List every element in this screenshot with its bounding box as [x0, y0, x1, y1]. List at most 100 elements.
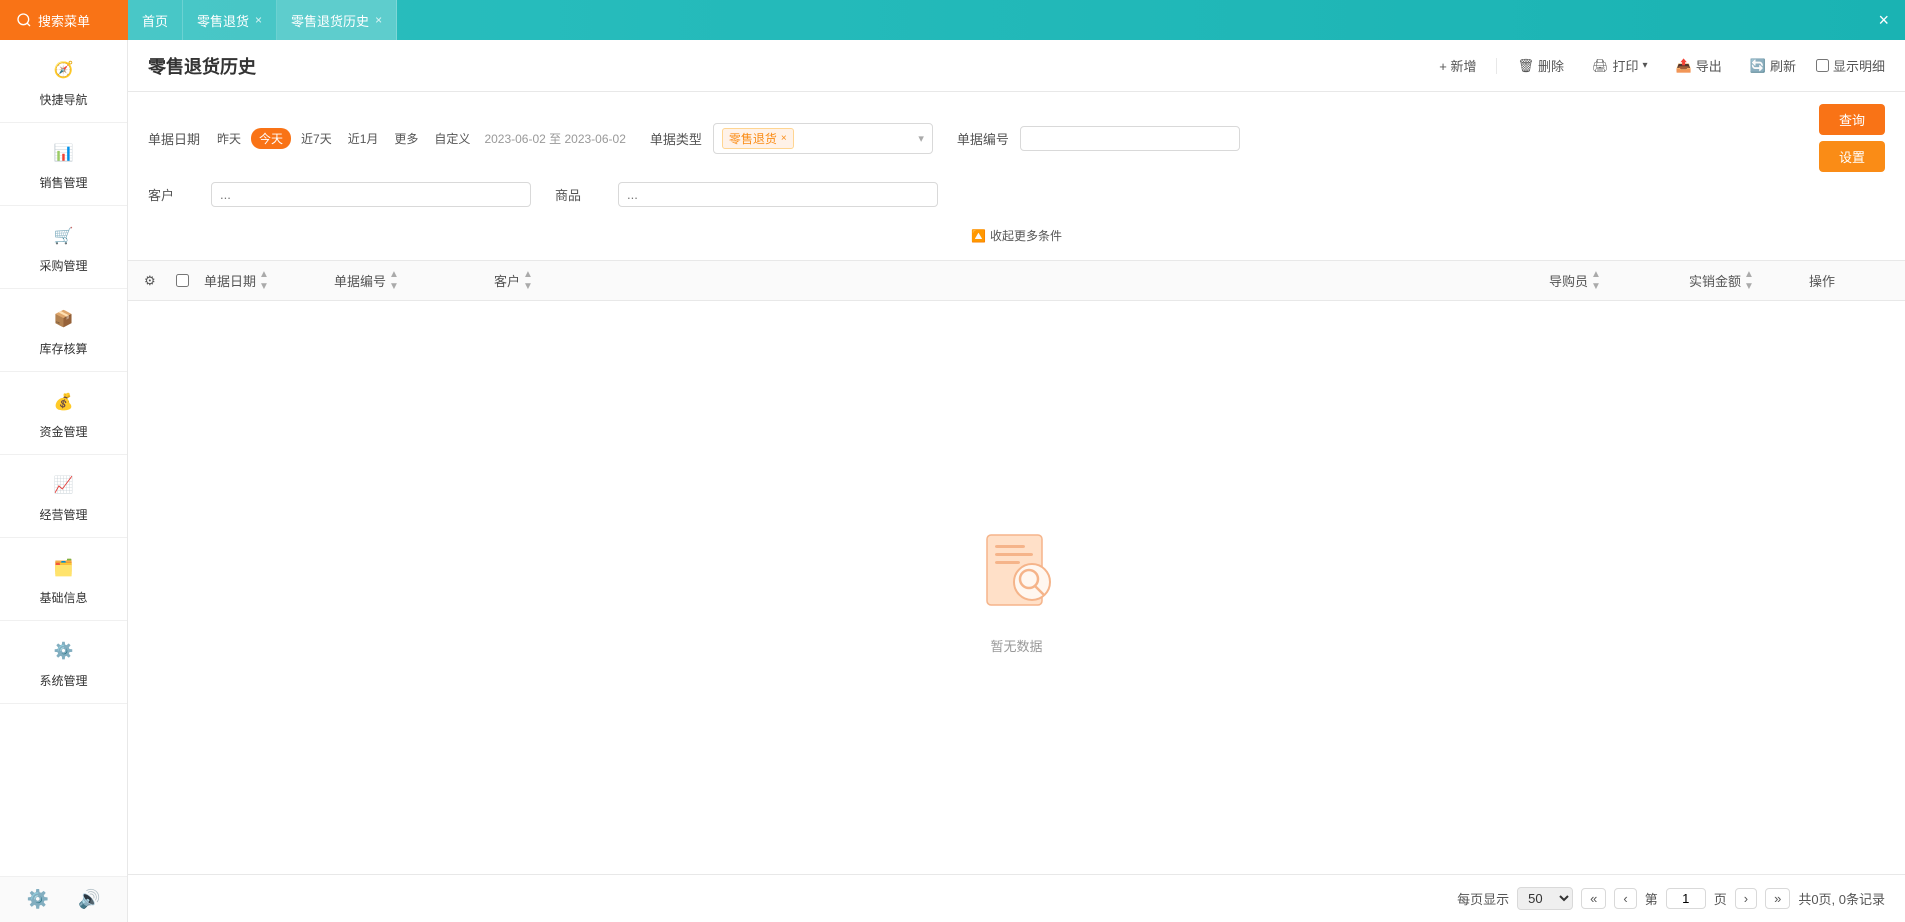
- goods-label: 商品: [555, 185, 610, 204]
- last-page-btn[interactable]: »: [1765, 888, 1790, 909]
- sidebar-label-finance: 资金管理: [39, 423, 87, 440]
- sidebar-item-basic-info[interactable]: 🗂️ 基础信息: [0, 538, 127, 621]
- bill-no-filter-group: 单据编号: [957, 126, 1240, 151]
- date-buttons: 昨天 今天 近7天 近1月 更多 自定义: [211, 128, 476, 149]
- date-filter-label: 单据日期: [148, 129, 203, 148]
- th-settings[interactable]: ⚙: [144, 273, 176, 289]
- type-tag-remove[interactable]: ×: [781, 133, 787, 144]
- type-filter-label: 单据类型: [650, 129, 705, 148]
- page-title: 零售退货历史: [148, 53, 256, 79]
- empty-svg: [967, 520, 1067, 620]
- date-yesterday-btn[interactable]: 昨天: [211, 128, 247, 149]
- th-bill-sort: ▲▼: [389, 269, 399, 292]
- th-guide[interactable]: 导购员 ▲▼: [1549, 269, 1689, 292]
- settings-gear-btn[interactable]: ⚙️: [27, 889, 49, 910]
- th-guide-label: 导购员: [1549, 271, 1588, 290]
- type-tag-label: 零售退货: [729, 130, 777, 147]
- new-btn[interactable]: + 新增: [1431, 52, 1484, 79]
- print-arrow: ▾: [1643, 60, 1648, 71]
- goods-filter-group: 商品: [555, 182, 938, 207]
- page-input[interactable]: [1666, 888, 1706, 909]
- sidebar-label-sales: 销售管理: [39, 174, 87, 191]
- th-customer-sort: ▲▼: [523, 269, 533, 292]
- sidebar-item-purchase[interactable]: 🛒 采购管理: [0, 206, 127, 289]
- date-today-btn[interactable]: 今天: [251, 128, 291, 149]
- print-icon: 🖨: [1592, 58, 1609, 74]
- export-btn-label: 导出: [1696, 56, 1722, 75]
- top-bar: 搜索菜单 首页 零售退货 × 零售退货历史 × ×: [0, 0, 1905, 40]
- filter-area: 单据日期 昨天 今天 近7天 近1月 更多 自定义 2023-06-02 至 2…: [128, 92, 1905, 261]
- prev-page-btn[interactable]: ‹: [1614, 888, 1636, 909]
- refresh-btn-label: 刷新: [1770, 56, 1796, 75]
- volume-btn[interactable]: 🔊: [78, 889, 100, 910]
- th-amount-label: 实销金额: [1689, 271, 1741, 290]
- th-date-label: 单据日期: [204, 271, 256, 290]
- tab-retail-return-label: 零售退货: [197, 11, 249, 30]
- sidebar-item-system[interactable]: ⚙️ 系统管理: [0, 621, 127, 704]
- window-close-btn[interactable]: ×: [1862, 10, 1905, 31]
- purchase-icon: 🛒: [48, 220, 80, 252]
- tab-home[interactable]: 首页: [128, 0, 183, 40]
- export-btn[interactable]: 📤 导出: [1668, 52, 1730, 79]
- th-date[interactable]: 单据日期 ▲▼: [204, 269, 334, 292]
- th-checkbox[interactable]: [176, 274, 204, 287]
- sidebar-label-inventory: 库存核算: [39, 340, 87, 357]
- bill-no-label: 单据编号: [957, 129, 1012, 148]
- show-detail-checkbox[interactable]: [1816, 59, 1829, 72]
- operations-icon: 📈: [48, 469, 80, 501]
- refresh-btn[interactable]: 🔄 刷新: [1742, 52, 1804, 79]
- tab-retail-return-history[interactable]: 零售退货历史 ×: [277, 0, 397, 40]
- th-action-label: 操作: [1809, 271, 1835, 290]
- pagination: 每页显示 50 1020100 « ‹ 第 页 › » 共0页, 0条记录: [128, 874, 1905, 922]
- empty-text: 暂无数据: [990, 636, 1042, 655]
- new-btn-label: + 新增: [1439, 56, 1476, 75]
- th-customer[interactable]: 客户 ▲▼: [494, 269, 1549, 292]
- date-7days-btn[interactable]: 近7天: [295, 128, 338, 149]
- tab-retail-return[interactable]: 零售退货 ×: [183, 0, 277, 40]
- customer-input[interactable]: [211, 182, 531, 207]
- search-label: 搜索菜单: [38, 11, 90, 30]
- print-btn[interactable]: 🖨 打印 ▾: [1584, 52, 1656, 79]
- date-custom-btn[interactable]: 自定义: [428, 128, 476, 149]
- search-menu-btn[interactable]: 搜索菜单: [0, 0, 128, 40]
- page-label: 第: [1645, 889, 1658, 908]
- tab-retail-return-history-close[interactable]: ×: [375, 13, 382, 27]
- filter-row-2: 客户 商品: [148, 182, 1885, 207]
- select-all-checkbox[interactable]: [176, 274, 189, 287]
- customer-label: 客户: [148, 185, 203, 204]
- delete-btn[interactable]: 🗑 删除: [1509, 52, 1572, 79]
- settings-btn[interactable]: 设置: [1819, 141, 1885, 172]
- show-detail-checkbox-label[interactable]: 显示明细: [1816, 56, 1885, 75]
- sidebar-item-quick-nav[interactable]: 🧭 快捷导航: [0, 40, 127, 123]
- sidebar-item-operations[interactable]: 📈 经营管理: [0, 455, 127, 538]
- next-page-btn[interactable]: ›: [1735, 888, 1757, 909]
- goods-input[interactable]: [618, 182, 938, 207]
- sidebar: 🧭 快捷导航 📊 销售管理 🛒 采购管理 📦 库存核算 💰 资金管理 📈 经营管…: [0, 40, 128, 922]
- first-page-btn[interactable]: «: [1581, 888, 1606, 909]
- date-more-btn[interactable]: 更多: [388, 128, 424, 149]
- finance-icon: 💰: [48, 386, 80, 418]
- sidebar-label-system: 系统管理: [39, 672, 87, 689]
- collapse-btn[interactable]: 🔼 收起更多条件: [959, 223, 1074, 248]
- th-amount-sort: ▲▼: [1744, 269, 1754, 292]
- show-detail-label: 显示明细: [1833, 56, 1885, 75]
- tab-retail-return-close[interactable]: ×: [255, 13, 262, 27]
- refresh-icon: 🔄: [1750, 58, 1766, 74]
- date-1month-btn[interactable]: 近1月: [342, 128, 385, 149]
- type-select[interactable]: 零售退货 × ▾: [713, 123, 933, 154]
- per-page-select[interactable]: 50 1020100: [1517, 887, 1573, 910]
- th-action: 操作: [1809, 271, 1889, 290]
- th-amount[interactable]: 实销金额 ▲▼: [1689, 269, 1809, 292]
- sidebar-item-inventory[interactable]: 📦 库存核算: [0, 289, 127, 372]
- sidebar-label-purchase: 采购管理: [39, 257, 87, 274]
- system-icon: ⚙️: [48, 635, 80, 667]
- table-header: ⚙ 单据日期 ▲▼ 单据编号 ▲▼ 客户 ▲▼ 导购员: [128, 261, 1905, 301]
- sidebar-item-sales[interactable]: 📊 销售管理: [0, 123, 127, 206]
- table-container: ⚙ 单据日期 ▲▼ 单据编号 ▲▼ 客户 ▲▼ 导购员: [128, 261, 1905, 874]
- query-btn[interactable]: 查询: [1819, 104, 1885, 135]
- total-label: 共0页, 0条记录: [1798, 889, 1885, 908]
- bill-no-input[interactable]: [1020, 126, 1240, 151]
- sidebar-item-finance[interactable]: 💰 资金管理: [0, 372, 127, 455]
- date-range-display: 2023-06-02 至 2023-06-02: [484, 130, 625, 147]
- th-bill-no[interactable]: 单据编号 ▲▼: [334, 269, 494, 292]
